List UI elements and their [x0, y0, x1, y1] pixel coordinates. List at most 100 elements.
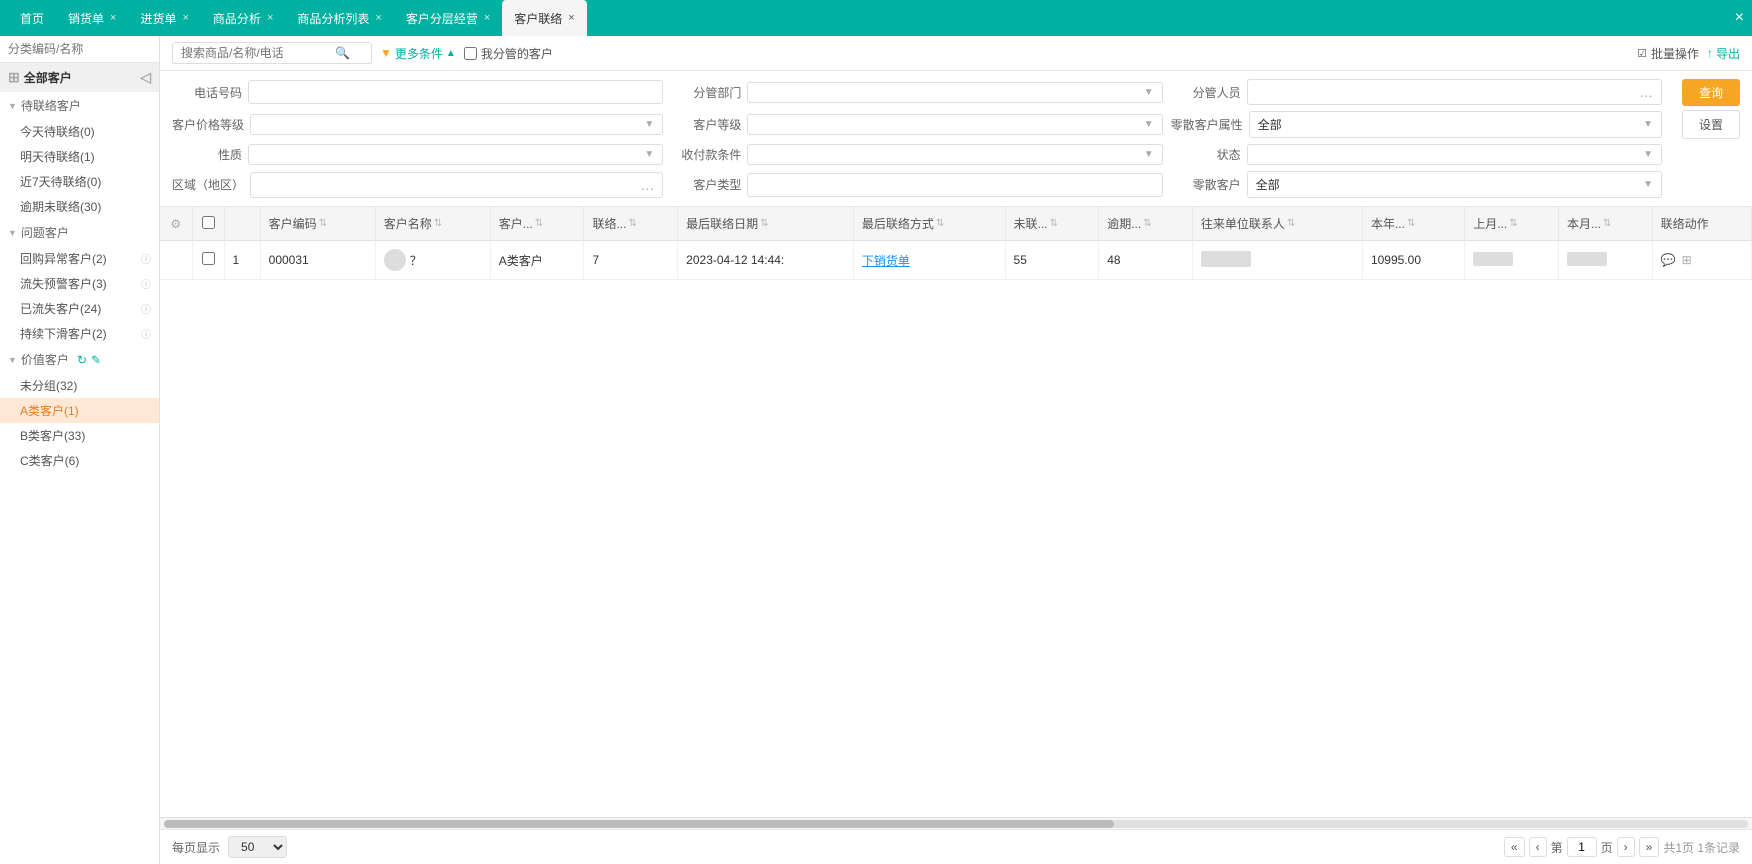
group-problem-customer[interactable]: ▼ 问题客户 — [0, 219, 159, 246]
sidebar-item-today[interactable]: 今天待联络(0) — [0, 119, 159, 144]
last-method-link[interactable]: 下销货单 — [862, 254, 910, 268]
sidebar-item-declining[interactable]: 持续下滑客户(2) ⓘ — [0, 321, 159, 346]
th-contact-count[interactable]: 联络... ⇅ — [584, 207, 678, 241]
close-customer-tier-tab[interactable]: × — [484, 12, 490, 24]
nav-tab-home[interactable]: 首页 — [8, 0, 56, 36]
row-last-date: 2023-04-12 14:44: — [678, 241, 854, 280]
group-pending-contact[interactable]: ▼ 待联络客户 — [0, 92, 159, 119]
th-check[interactable] — [192, 207, 224, 241]
search-box[interactable]: 🔍 — [172, 42, 372, 64]
row-type: A类客户 — [490, 241, 584, 280]
first-page-btn[interactable]: « — [1504, 837, 1525, 857]
phone-input[interactable] — [248, 80, 663, 104]
query-button[interactable]: 查询 — [1682, 79, 1740, 106]
retail-select[interactable]: 全部 ▼ — [1247, 171, 1662, 198]
qr-icon[interactable]: ⊞ — [1682, 253, 1692, 267]
bulk-ops-btn[interactable]: ☑ 批量操作 — [1637, 45, 1699, 62]
row-check[interactable] — [192, 241, 224, 280]
export-btn[interactable]: ↑ 导出 — [1707, 45, 1740, 62]
sort-icon: ⇅ — [1050, 218, 1058, 229]
th-this-year[interactable]: 本年... ⇅ — [1362, 207, 1464, 241]
nav-tab-analysis-list[interactable]: 商品分析列表 × — [285, 0, 393, 36]
th-code[interactable]: 客户编码 ⇅ — [260, 207, 375, 241]
page-number-input[interactable] — [1567, 837, 1597, 857]
price-grade-select[interactable]: ▼ — [250, 114, 663, 135]
nav-tab-purchase[interactable]: 进货单 × — [128, 0, 200, 36]
close-analysis-list-tab[interactable]: × — [375, 12, 381, 24]
sidebar-item-churn-warn[interactable]: 流失预警客户(3) ⓘ — [0, 271, 159, 296]
region-select[interactable]: … — [250, 172, 663, 198]
filter-payment: 收付款条件 ▼ — [671, 144, 1162, 165]
message-icon[interactable]: 💬 — [1661, 253, 1676, 267]
th-last-method[interactable]: 最后联络方式 ⇅ — [853, 207, 1005, 241]
customer-grade-select[interactable]: ▼ — [747, 114, 1162, 135]
chevron-down-icon: ▼ — [1144, 87, 1154, 98]
row-name[interactable]: ？ — [375, 241, 490, 280]
status-select[interactable]: ▼ — [1247, 144, 1662, 165]
sidebar-item-tomorrow[interactable]: 明天待联络(1) — [0, 144, 159, 169]
nav-tab-customer-contact[interactable]: 客户联络 × — [502, 0, 586, 36]
per-page-label: 每页显示 — [172, 839, 220, 856]
more-conditions-btn[interactable]: ▼ 更多条件 ▲ — [380, 45, 456, 62]
horizontal-scrollbar[interactable] — [160, 817, 1752, 829]
search-icon[interactable]: 🔍 — [335, 46, 350, 60]
prev-page-btn[interactable]: ‹ — [1529, 837, 1547, 857]
sidebar-search-input[interactable] — [8, 42, 160, 56]
sidebar-item-abnormal[interactable]: 回购异常客户(2) ⓘ — [0, 246, 159, 271]
th-gear[interactable]: ⚙ — [160, 207, 192, 241]
th-name[interactable]: 客户名称 ⇅ — [375, 207, 490, 241]
th-this-month[interactable]: 本月... ⇅ — [1558, 207, 1652, 241]
nav-tab-customer-tier[interactable]: 客户分层经营 × — [394, 0, 502, 36]
close-analysis-tab[interactable]: × — [267, 12, 273, 24]
group-value-customer[interactable]: ▼ 价值客户 ↻ ✎ — [0, 346, 159, 373]
row-checkbox[interactable] — [202, 252, 215, 265]
retail-attr-select[interactable]: 全部 ▼ — [1249, 111, 1662, 138]
sidebar-item-class-b[interactable]: B类客户(33) — [0, 423, 159, 448]
main-search-input[interactable] — [181, 46, 331, 60]
per-page-select[interactable]: 50 100 200 — [228, 836, 287, 858]
close-all-tabs[interactable]: × — [1735, 9, 1744, 27]
sort-icon: ⇅ — [1509, 218, 1517, 229]
select-all-checkbox[interactable] — [202, 216, 215, 229]
dept-select[interactable]: ▼ — [747, 82, 1162, 103]
my-customer-checkbox[interactable]: 我分管的客户 — [464, 45, 553, 62]
th-overdue[interactable]: 逾期... ⇅ — [1099, 207, 1193, 241]
th-unit-contact[interactable]: 往来单位联系人 ⇅ — [1192, 207, 1362, 241]
nav-tab-analysis[interactable]: 商品分析 × — [201, 0, 285, 36]
close-purchase-tab[interactable]: × — [182, 12, 188, 24]
sidebar-item-7days[interactable]: 近7天待联络(0) — [0, 169, 159, 194]
th-no-contact[interactable]: 未联... ⇅ — [1005, 207, 1099, 241]
next-page-btn[interactable]: › — [1617, 837, 1635, 857]
sidebar-item-churned[interactable]: 已流失客户(24) ⓘ — [0, 296, 159, 321]
settings-button[interactable]: 设置 — [1682, 110, 1740, 139]
th-type[interactable]: 客户... ⇅ — [490, 207, 584, 241]
customer-avatar — [384, 249, 406, 271]
last-page-btn[interactable]: » — [1639, 837, 1660, 857]
scrollbar-track[interactable] — [164, 820, 1748, 828]
sidebar-item-overdue[interactable]: 逾期未联络(30) — [0, 194, 159, 219]
refresh-icon[interactable]: ↻ — [77, 353, 87, 367]
payment-select[interactable]: ▼ — [747, 144, 1162, 165]
sidebar-collapse-btn[interactable]: ◁ — [140, 69, 151, 86]
my-customer-check[interactable] — [464, 47, 477, 60]
person-select[interactable]: … — [1247, 79, 1662, 105]
close-sales-tab[interactable]: × — [110, 12, 116, 24]
sidebar-item-class-a[interactable]: A类客户(1) — [0, 398, 159, 423]
th-last-month[interactable]: 上月... ⇅ — [1465, 207, 1559, 241]
sidebar-item-class-c[interactable]: C类客户(6) — [0, 448, 159, 473]
edit-icon[interactable]: ✎ — [91, 353, 101, 367]
sidebar-item-ungrouped[interactable]: 未分组(32) — [0, 373, 159, 398]
row-last-method[interactable]: 下销货单 — [853, 241, 1005, 280]
gear-icon[interactable]: ⚙ — [170, 217, 181, 231]
main-layout: 🔍 ⊞ 全部客户 ◁ ▼ 待联络客户 今天待联络(0) 明天待联络(1) 近7天… — [0, 36, 1752, 864]
close-customer-contact-tab[interactable]: × — [568, 12, 574, 24]
phone-label: 电话号码 — [172, 84, 242, 101]
nav-tab-sales[interactable]: 销货单 × — [56, 0, 128, 36]
th-last-date[interactable]: 最后联络日期 ⇅ — [678, 207, 854, 241]
nature-select[interactable]: ▼ — [248, 144, 663, 165]
customer-type-input[interactable] — [747, 173, 1162, 197]
dept-label: 分管部门 — [671, 84, 741, 101]
sidebar-all-customers[interactable]: ⊞ 全部客户 ◁ — [0, 63, 159, 92]
sidebar-search-box[interactable]: 🔍 — [0, 36, 159, 63]
scrollbar-thumb[interactable] — [164, 820, 1114, 828]
